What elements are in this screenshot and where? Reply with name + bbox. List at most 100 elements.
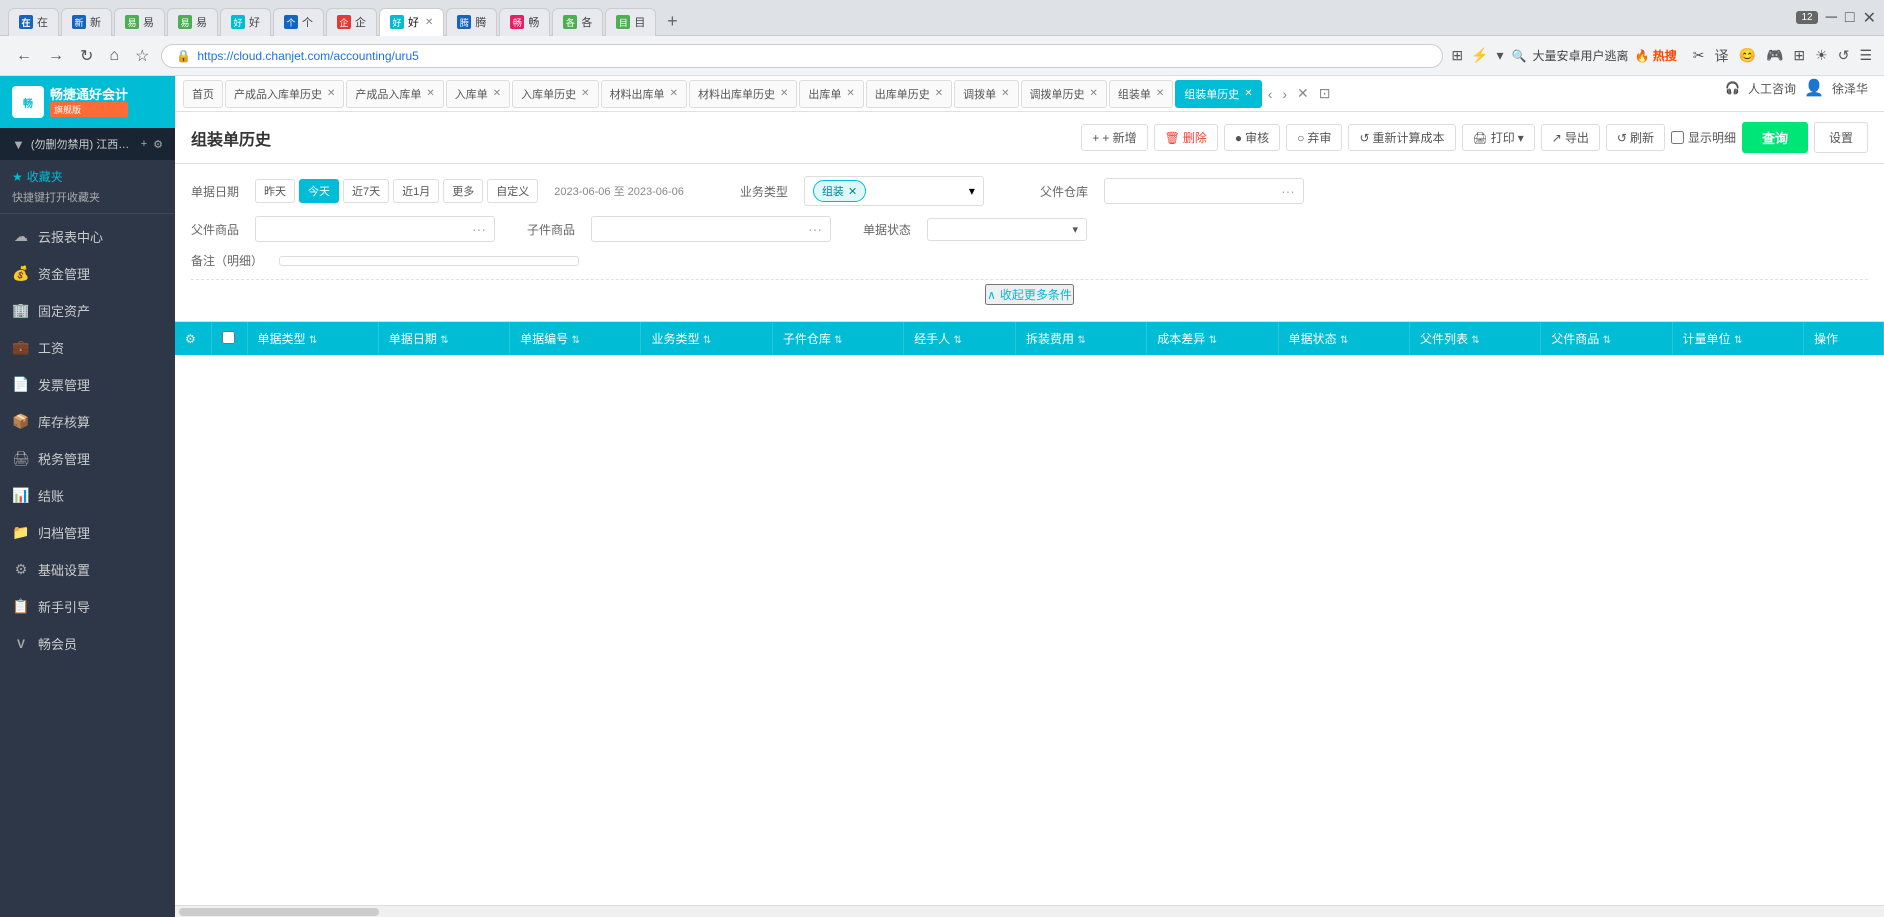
qr-icon[interactable]: ⊞	[1451, 47, 1463, 64]
tab-home[interactable]: 首页	[183, 80, 223, 108]
nav-item-inventory[interactable]: 📦 库存核算	[0, 403, 175, 440]
th-parent-list[interactable]: 父件列表 ⇅	[1409, 322, 1540, 355]
grid-icon[interactable]: ⊞	[1793, 47, 1805, 64]
browser-tab-4[interactable]: 易 易	[167, 8, 218, 36]
th-doc-date[interactable]: 单据日期 ⇅	[378, 322, 509, 355]
biz-type-select[interactable]: 组装 ✕ ▾	[804, 176, 984, 206]
show-detail-input[interactable]	[1671, 131, 1684, 144]
date-btn-more[interactable]: 更多	[443, 179, 483, 203]
print-button[interactable]: 🖨 打印 ▾	[1462, 124, 1535, 151]
tab-material-out-history[interactable]: 材料出库单历史 ✕	[689, 80, 797, 108]
table-checkbox-th[interactable]	[211, 322, 247, 355]
tab-in-order[interactable]: 入库单 ✕	[446, 80, 510, 108]
sun-icon[interactable]: ☀	[1815, 47, 1828, 64]
parent-goods-input[interactable]: ···	[255, 216, 495, 242]
help-text[interactable]: 人工咨询	[1748, 80, 1796, 97]
browser-tab-2[interactable]: 新 新	[61, 8, 112, 36]
tab-scroll-right[interactable]: ›	[1278, 86, 1291, 102]
browser-tab-7[interactable]: 企 企	[326, 8, 377, 36]
tab-out-order[interactable]: 出库单 ✕	[799, 80, 863, 108]
horizontal-scrollbar[interactable]	[175, 905, 1884, 917]
show-detail-checkbox[interactable]: 显示明细	[1671, 129, 1736, 146]
translate-icon[interactable]: 译	[1715, 46, 1729, 66]
browser-tab-10[interactable]: 畅 畅	[499, 8, 550, 36]
tab-out-order-history-close[interactable]: ✕	[935, 88, 943, 99]
th-parent-goods[interactable]: 父件商品 ⇅	[1541, 322, 1672, 355]
tab-material-out-history-close[interactable]: ✕	[780, 88, 788, 99]
nav-item-guide[interactable]: 📋 新手引导	[0, 588, 175, 625]
browser-tab-1[interactable]: 在 在	[8, 8, 59, 36]
new-tab-button[interactable]: +	[658, 8, 686, 36]
nav-item-cloud-reports[interactable]: ☁ 云报表中心	[0, 218, 175, 255]
th-doc-type[interactable]: 单据类型 ⇅	[247, 322, 378, 355]
refresh-button[interactable]: ↺ 刷新	[1606, 124, 1665, 151]
nav-item-invoices[interactable]: 📄 发票管理	[0, 366, 175, 403]
export-button[interactable]: ↗ 导出	[1541, 124, 1600, 151]
game-icon[interactable]: 🎮	[1766, 47, 1783, 64]
tab-finished-goods-in-history-close[interactable]: ✕	[327, 88, 335, 99]
abandon-button[interactable]: ○ 弃审	[1286, 124, 1342, 151]
browser-tab-12[interactable]: 目 目	[605, 8, 656, 36]
tab-more-options[interactable]: ⊡	[1315, 85, 1335, 102]
query-button[interactable]: 查询	[1742, 122, 1808, 153]
bookmark-button[interactable]: ☆	[131, 42, 153, 70]
th-child-warehouse[interactable]: 子件仓库 ⇅	[772, 322, 903, 355]
biz-type-dropdown[interactable]: ▾	[969, 184, 975, 198]
th-doc-status[interactable]: 单据状态 ⇅	[1278, 322, 1409, 355]
tab-in-order-history-close[interactable]: ✕	[581, 88, 589, 99]
browser-tab-8[interactable]: 好 好 ✕	[379, 8, 444, 36]
parent-warehouse-dots[interactable]: ···	[1281, 183, 1295, 199]
browser-tab-9[interactable]: 腾 腾	[446, 8, 497, 36]
window-maximize[interactable]: □	[1845, 9, 1855, 27]
tab-finished-goods-in-history[interactable]: 产成品入库单历史 ✕	[225, 80, 344, 108]
th-unit[interactable]: 计量单位 ⇅	[1672, 322, 1803, 355]
window-close[interactable]: ✕	[1863, 8, 1876, 28]
nav-item-closing[interactable]: 📊 结账	[0, 477, 175, 514]
tab-finished-goods-in-close[interactable]: ✕	[426, 88, 434, 99]
collapse-button[interactable]: ∧ 收起更多条件	[985, 284, 1074, 305]
tab-in-order-close[interactable]: ✕	[493, 88, 501, 99]
menu-icon[interactable]: ☰	[1859, 47, 1872, 64]
search-icon[interactable]: 🔍	[1512, 49, 1527, 63]
parent-warehouse-input[interactable]: ···	[1104, 178, 1304, 204]
date-btn-7days[interactable]: 近7天	[343, 179, 389, 203]
nav-item-tax[interactable]: 🖨 税务管理	[0, 440, 175, 477]
browser-tab-5[interactable]: 好 好	[220, 8, 271, 36]
tab-out-order-close[interactable]: ✕	[846, 88, 854, 99]
date-btn-custom[interactable]: 自定义	[487, 179, 538, 203]
parent-goods-dots[interactable]: ···	[472, 221, 486, 237]
tab-material-out-close[interactable]: ✕	[670, 88, 678, 99]
back-button[interactable]: ←	[12, 43, 36, 69]
tab-assembly-history-close[interactable]: ✕	[1244, 88, 1252, 99]
filter-settings-button[interactable]: 设置	[1814, 122, 1868, 153]
tab-in-order-history[interactable]: 入库单历史 ✕	[512, 80, 598, 108]
tab-out-order-history[interactable]: 出库单历史 ✕	[866, 80, 952, 108]
tab-close-current[interactable]: ✕	[1293, 85, 1313, 102]
th-handler[interactable]: 经手人 ⇅	[904, 322, 1016, 355]
tab-transfer-history-close[interactable]: ✕	[1090, 88, 1098, 99]
th-cost-diff[interactable]: 成本差异 ⇅	[1147, 322, 1278, 355]
th-disassemble-fee[interactable]: 拆装费用 ⇅	[1015, 322, 1146, 355]
browser-tab-11[interactable]: 各 各	[552, 8, 603, 36]
nav-item-settings[interactable]: ⚙ 基础设置	[0, 551, 175, 588]
tab-assembly-history[interactable]: 组装单历史 ✕	[1175, 80, 1261, 108]
undo-icon[interactable]: ↺	[1838, 47, 1850, 64]
delete-button[interactable]: 🗑 删除	[1154, 124, 1218, 151]
nav-item-member[interactable]: V 畅会员	[0, 625, 175, 662]
sidebar-account[interactable]: ▼ (勿删勿禁用) 江西服宝测试专用 + ⚙	[0, 128, 175, 160]
add-button[interactable]: + + 新增	[1081, 124, 1147, 151]
tab-finished-goods-in[interactable]: 产成品入库单 ✕	[346, 80, 443, 108]
tab-transfer-close[interactable]: ✕	[1001, 88, 1009, 99]
date-btn-1month[interactable]: 近1月	[393, 179, 439, 203]
scroll-thumb[interactable]	[179, 908, 379, 916]
browser-tab-3[interactable]: 易 易	[114, 8, 165, 36]
th-doc-no[interactable]: 单据编号 ⇅	[510, 322, 641, 355]
tab-material-out[interactable]: 材料出库单 ✕	[601, 80, 687, 108]
remark-input[interactable]	[279, 256, 579, 266]
nav-item-fixed-assets[interactable]: 🏢 固定资产	[0, 292, 175, 329]
print-dropdown-arrow[interactable]: ▾	[1518, 131, 1524, 145]
doc-status-select[interactable]: ▾	[927, 218, 1087, 241]
tab-transfer-history[interactable]: 调拨单历史 ✕	[1021, 80, 1107, 108]
tab-assembly-close[interactable]: ✕	[1156, 88, 1164, 99]
emoji-icon[interactable]: 😊	[1739, 47, 1756, 64]
